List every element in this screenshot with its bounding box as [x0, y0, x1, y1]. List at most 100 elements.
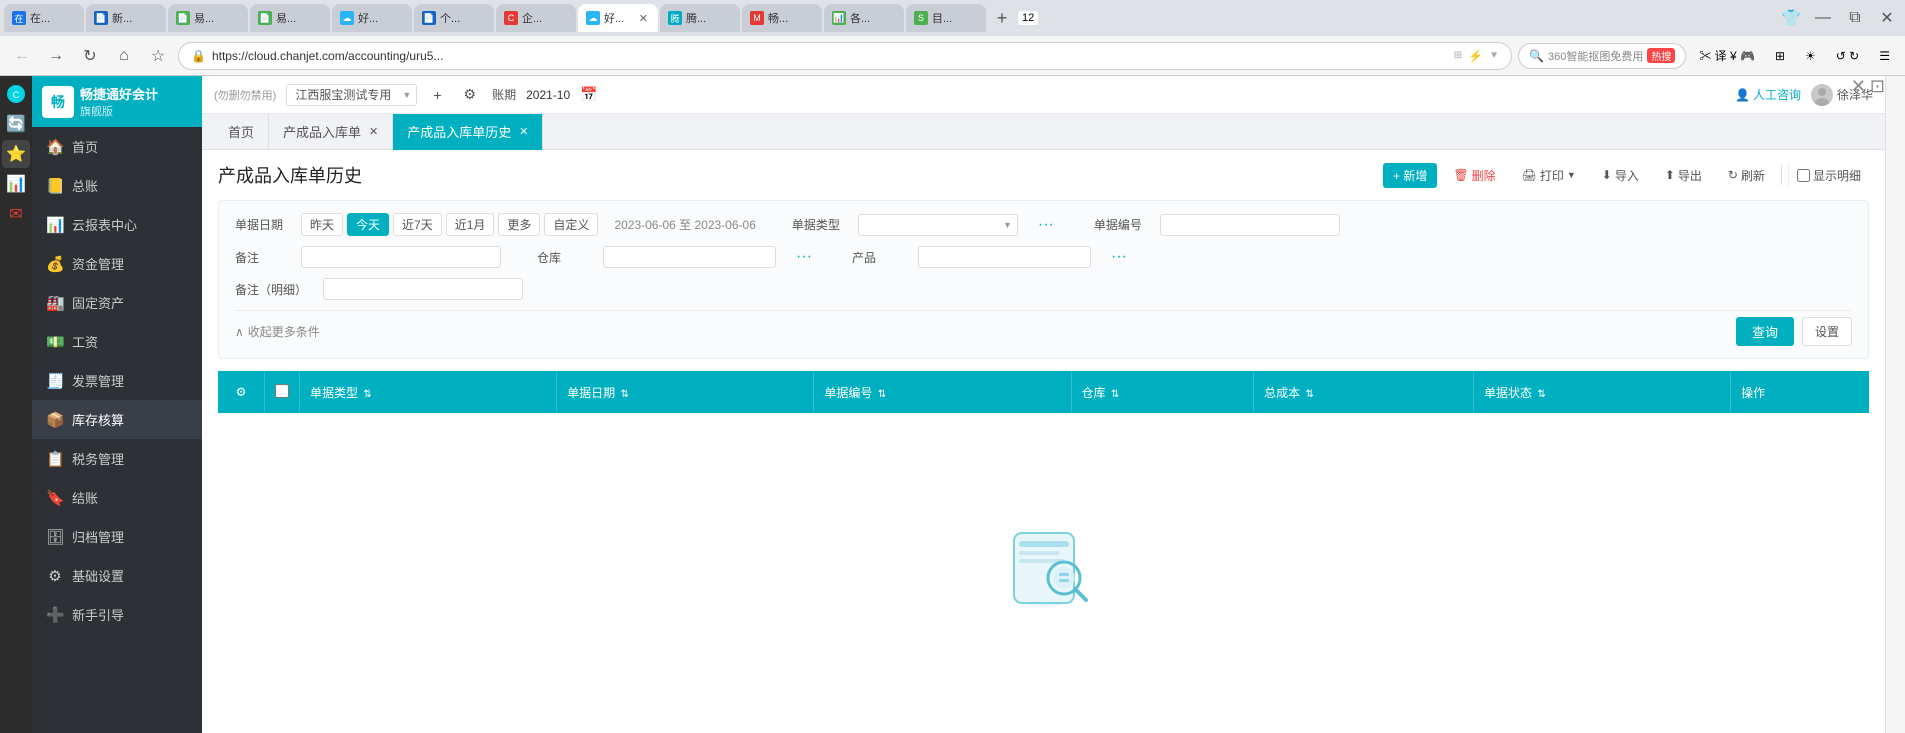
period-label: 账期	[492, 86, 516, 103]
warehouse-dots[interactable]: ···	[792, 248, 816, 266]
sun-btn[interactable]: ☀	[1798, 46, 1823, 66]
nav-item-inventory[interactable]: 📦 库存核算	[32, 400, 202, 439]
nav-item-tax[interactable]: 📋 税务管理	[32, 439, 202, 478]
search-box[interactable]: 🔍 360智能抠图免费用 热搜	[1518, 43, 1686, 69]
browser-tab-5[interactable]: ☁ 好...	[332, 4, 412, 32]
refresh-button[interactable]: ↻	[76, 42, 104, 70]
th-number-sort-icon[interactable]: ⇅	[878, 389, 886, 400]
analytics-icon[interactable]: 📊	[2, 170, 30, 198]
page-tab-history[interactable]: 产成品入库单历史 ✕	[393, 114, 543, 150]
date-btn-custom[interactable]: 自定义	[544, 213, 598, 236]
browser-tab-11[interactable]: 📊 各...	[824, 4, 904, 32]
page-tab-home[interactable]: 首页	[214, 114, 269, 150]
delete-button[interactable]: 🗑 删除	[1443, 163, 1505, 188]
print-button[interactable]: 🖨 打印 ▼	[1512, 163, 1586, 188]
import-button[interactable]: ⬇ 导入	[1592, 163, 1649, 188]
nav-item-ledger[interactable]: 📒 总账	[32, 166, 202, 205]
product-dots[interactable]: ···	[1107, 248, 1131, 266]
calendar-icon[interactable]: 📅	[580, 86, 597, 103]
back-button[interactable]: ←	[8, 42, 36, 70]
nav-item-home[interactable]: 🏠 首页	[32, 127, 202, 166]
remark-filter-input[interactable]	[301, 246, 501, 268]
table-settings-button[interactable]: ⚙	[228, 379, 254, 405]
nav-item-invoice[interactable]: 🧾 发票管理	[32, 361, 202, 400]
nav-item-fixed-assets[interactable]: 🏭 固定资产	[32, 283, 202, 322]
nav-item-payroll[interactable]: 💵 工资	[32, 322, 202, 361]
refresh-button[interactable]: ↻ 刷新	[1718, 163, 1775, 188]
new-tab-button[interactable]: +	[988, 4, 1016, 32]
browser-tab-4[interactable]: 📄 易...	[250, 4, 330, 32]
warehouse-filter-input[interactable]	[603, 246, 776, 268]
grid-btn[interactable]: ⊞	[1768, 46, 1792, 66]
type-dots[interactable]: ···	[1034, 216, 1058, 234]
page-expand-button[interactable]: ⊡	[1870, 76, 1885, 97]
nav-item-new-entry[interactable]: ➕ 新手引导	[32, 595, 202, 634]
company-settings-button[interactable]: ⚙	[458, 84, 483, 105]
th-type-sort-icon[interactable]: ⇅	[363, 389, 371, 400]
date-btn-1month[interactable]: 近1月	[446, 213, 495, 236]
nav-item-funds[interactable]: 💰 资金管理	[32, 244, 202, 283]
menu-btn[interactable]: ☰	[1872, 46, 1897, 66]
company-selector[interactable]: 江西服宝测试专用	[286, 84, 417, 106]
number-filter-input[interactable]	[1160, 214, 1340, 236]
collapse-button[interactable]: ∧ 收起更多条件	[235, 319, 320, 344]
browser-tab-9[interactable]: 腾 腾...	[660, 4, 740, 32]
show-cols-checkbox[interactable]	[1797, 169, 1810, 182]
page-tab-list[interactable]: 产成品入库单 ✕	[269, 114, 393, 150]
show-cols-button[interactable]: 显示明细	[1788, 163, 1869, 188]
select-all-checkbox[interactable]	[275, 384, 289, 398]
export-button[interactable]: ⬆ 导出	[1655, 163, 1712, 188]
browser-tab-12[interactable]: S 目...	[906, 4, 986, 32]
dropdown-arrow[interactable]: ▼	[1489, 50, 1499, 61]
th-warehouse-sort-icon[interactable]: ⇅	[1111, 389, 1119, 400]
add-button[interactable]: + 新增	[1383, 163, 1437, 188]
close-button[interactable]: ✕	[1873, 4, 1901, 32]
lightning-icon[interactable]: ⚡	[1468, 49, 1483, 63]
bookmark-button[interactable]: ☆	[144, 42, 172, 70]
address-input-bar[interactable]: 🔒 https://cloud.chanjet.com/accounting/u…	[178, 42, 1512, 70]
nav-item-archive[interactable]: 🗄 归档管理	[32, 517, 202, 556]
shirt-icon[interactable]: 👕	[1777, 4, 1805, 32]
nav-item-settlement[interactable]: 🔖 结账	[32, 478, 202, 517]
date-btn-today[interactable]: 今天	[347, 213, 389, 236]
browser-tab-1[interactable]: 在 在...	[4, 4, 84, 32]
star-icon[interactable]: ⭐	[2, 140, 30, 168]
page-close-button[interactable]: ✕	[1851, 76, 1866, 97]
product-filter-input[interactable]	[918, 246, 1091, 268]
browser-tab-10[interactable]: M 畅...	[742, 4, 822, 32]
forward-button[interactable]: →	[42, 42, 70, 70]
browser-tab-3[interactable]: 📄 易...	[168, 4, 248, 32]
help-icon: 👤	[1735, 88, 1750, 102]
date-btn-more[interactable]: 更多	[498, 213, 540, 236]
remark-detail-filter-input[interactable]	[323, 278, 523, 300]
nav-item-reports[interactable]: 📊 云报表中心	[32, 205, 202, 244]
browser-tab-7[interactable]: C 企...	[496, 4, 576, 32]
scissors-btn[interactable]: ✂ 译 ¥ 🎮	[1692, 44, 1762, 67]
th-total-cost-sort-icon[interactable]: ⇅	[1305, 389, 1313, 400]
date-btn-7days[interactable]: 近7天	[393, 213, 442, 236]
page-tab-list-close[interactable]: ✕	[369, 125, 378, 138]
app-logo-icon[interactable]: C	[2, 80, 30, 108]
date-btn-yesterday[interactable]: 昨天	[301, 213, 343, 236]
nav-label-home: 首页	[72, 137, 98, 156]
undo-btn[interactable]: ↺ ↻	[1829, 46, 1866, 66]
browser-tab-6[interactable]: 📄 个...	[414, 4, 494, 32]
th-date-sort-icon[interactable]: ⇅	[621, 389, 629, 400]
nav-item-base-settings[interactable]: ⚙ 基础设置	[32, 556, 202, 595]
minimize-button[interactable]: —	[1809, 4, 1837, 32]
type-select[interactable]	[858, 214, 1018, 236]
sync-icon[interactable]: 🔄	[2, 110, 30, 138]
th-status-sort-icon[interactable]: ⇅	[1537, 389, 1545, 400]
browser-tab-2[interactable]: 📄 新...	[86, 4, 166, 32]
help-link[interactable]: 👤 人工咨询	[1735, 86, 1801, 103]
add-company-button[interactable]: +	[427, 85, 447, 105]
page-tab-history-close[interactable]: ✕	[519, 125, 528, 138]
home-button[interactable]: ⌂	[110, 42, 138, 70]
query-button[interactable]: 查询	[1736, 317, 1794, 346]
settings-filter-button[interactable]: 设置	[1802, 317, 1852, 346]
tab-close-8[interactable]: ✕	[637, 11, 650, 26]
restore-button[interactable]: ⧉	[1841, 4, 1869, 32]
browser-tab-8[interactable]: ☁ 好... ✕	[578, 4, 658, 32]
mail-icon[interactable]: ✉	[2, 200, 30, 228]
grid-icon[interactable]: ⊞	[1454, 50, 1462, 61]
